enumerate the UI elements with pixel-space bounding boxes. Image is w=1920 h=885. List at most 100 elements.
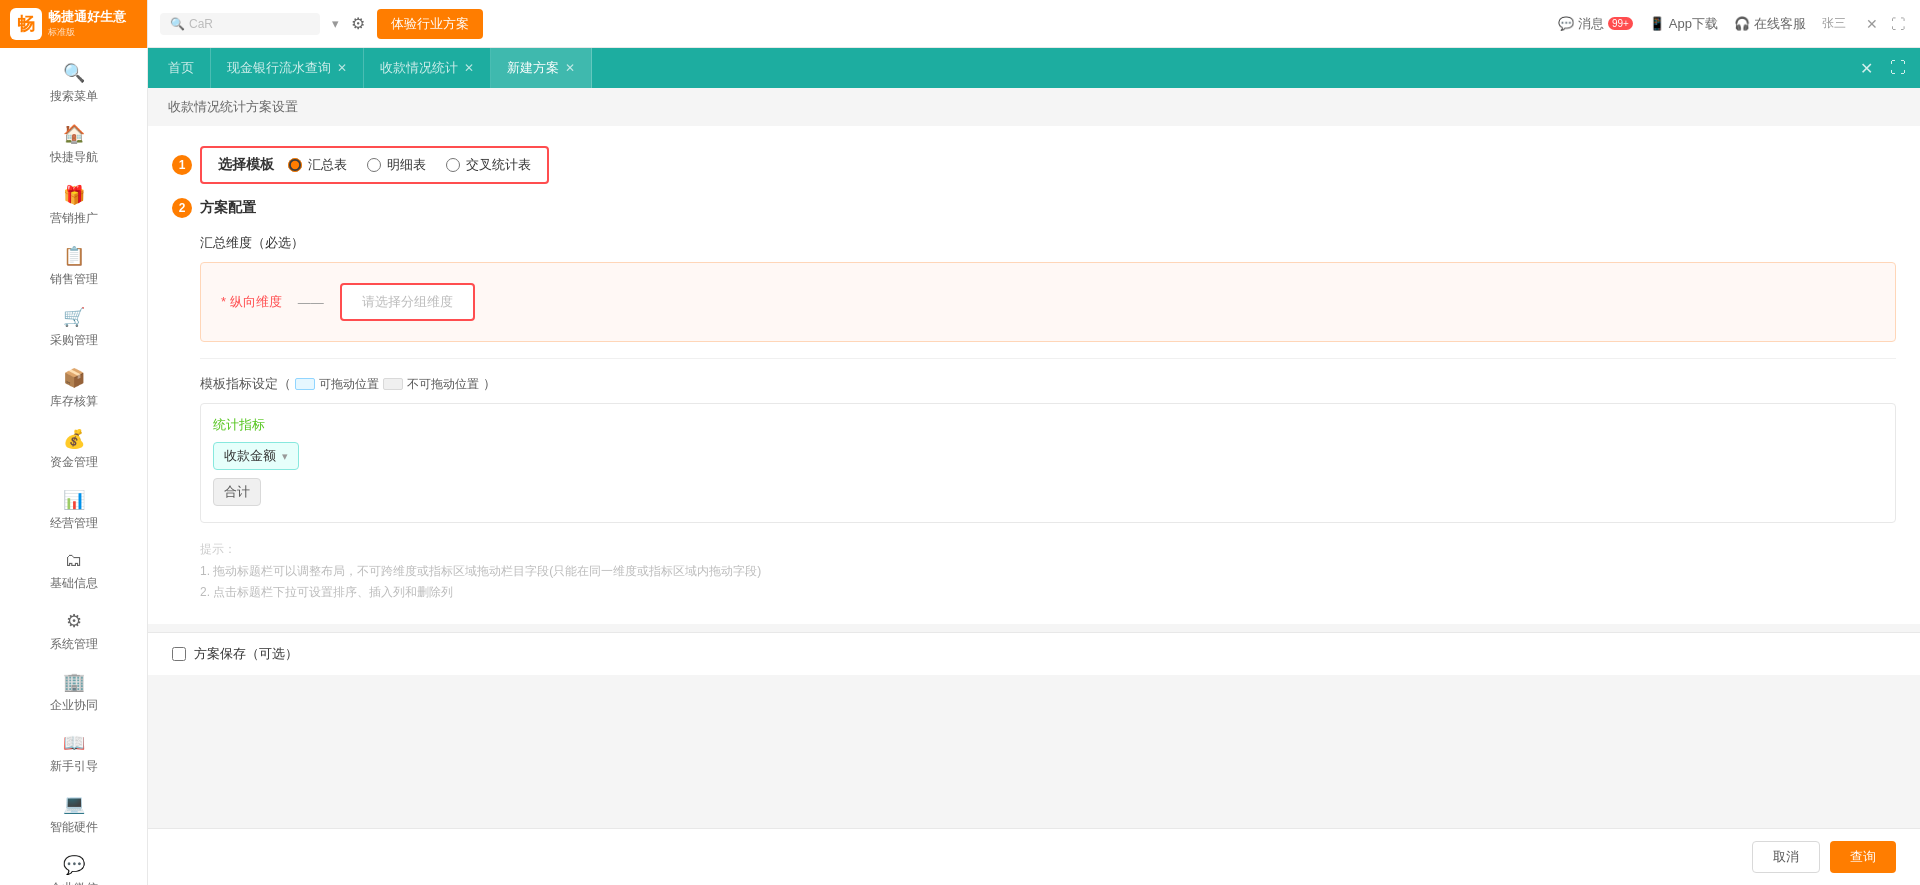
section1-title: 选择模板: [218, 156, 274, 174]
folder-icon: 🗂: [65, 550, 83, 571]
save-section: 方案保存（可选）: [148, 632, 1920, 675]
radio-detail[interactable]: 明细表: [367, 156, 426, 174]
sidebar-item-label: 经营管理: [50, 515, 98, 532]
sidebar-item-finance[interactable]: 💰 资金管理: [0, 418, 147, 479]
query-button[interactable]: 查询: [1830, 841, 1896, 873]
sidebar-item-inventory[interactable]: 📦 库存核算: [0, 357, 147, 418]
sidebar-item-hardware[interactable]: 💻 智能硬件: [0, 783, 147, 844]
tabbar: 首页 现金银行流水查询 ✕ 收款情况统计 ✕ 新建方案 ✕ ✕ ⛶: [148, 48, 1920, 88]
sidebar-item-marketing[interactable]: 🎁 营销推广: [0, 174, 147, 235]
sidebar-item-label: 系统管理: [50, 636, 98, 653]
sidebar-item-label: 采购管理: [50, 332, 98, 349]
radio-summary[interactable]: 汇总表: [288, 156, 347, 174]
sidebar-item-label: 基础信息: [50, 575, 98, 592]
content-area: 收款情况统计方案设置 1 选择模板 汇总表: [148, 88, 1920, 828]
close-all-tabs-icon[interactable]: ✕: [1852, 54, 1880, 82]
section2-num: 2: [172, 198, 192, 218]
tab-cashflow[interactable]: 现金银行流水查询 ✕: [211, 48, 364, 88]
sidebar-item-guide[interactable]: 📖 新手引导: [0, 722, 147, 783]
section2-title: 方案配置: [200, 199, 256, 217]
building-icon: 🏢: [63, 671, 85, 693]
sidebar-item-sales[interactable]: 📋 销售管理: [0, 235, 147, 296]
metric-chip-revenue[interactable]: 收款金额 ▾: [213, 442, 299, 470]
metrics-header: 模板指标设定（ 可拖动位置 不可拖动位置 ）: [200, 375, 1896, 393]
radio-detail-input[interactable]: [367, 158, 381, 172]
user-name: 张三: [1822, 15, 1846, 32]
laptop-icon: 💻: [63, 793, 85, 815]
gift-icon: 🎁: [63, 184, 85, 206]
tabbar-right: ✕ ⛶: [1852, 54, 1912, 82]
main-area: 🔍 CaR ▾ ⚙ 体验行业方案 💬 消息 99+ 📱 App下载 🎧 在线客服: [148, 0, 1920, 885]
metrics-hint-suffix: ）: [483, 375, 496, 393]
gear-icon: ⚙: [66, 610, 82, 632]
vertical-dimension-label: * 纵向维度: [221, 293, 282, 311]
online-service-item[interactable]: 🎧 在线客服: [1734, 15, 1806, 33]
sidebar-item-operations[interactable]: 📊 经营管理: [0, 479, 147, 540]
dimension-selector[interactable]: 请选择分组维度: [340, 283, 475, 321]
divider: [200, 358, 1896, 359]
sidebar-item-purchase[interactable]: 🛒 采购管理: [0, 296, 147, 357]
sidebar-item-system[interactable]: ⚙ 系统管理: [0, 600, 147, 661]
section2: 2 方案配置 汇总维度（必选） * 纵向维度 —— 请选择分组维度: [172, 198, 1896, 604]
save-checkbox[interactable]: [172, 647, 186, 661]
book-icon: 📖: [63, 732, 85, 754]
metrics-label: 模板指标设定（: [200, 375, 291, 393]
logo-icon: 畅: [10, 8, 42, 40]
home-icon: 🏠: [63, 123, 85, 145]
money-icon: 💰: [63, 428, 85, 450]
sidebar-item-label: 营销推广: [50, 210, 98, 227]
tab-home[interactable]: 首页: [156, 48, 211, 88]
cancel-button[interactable]: 取消: [1752, 841, 1820, 873]
app-download-item[interactable]: 📱 App下载: [1649, 15, 1718, 33]
sidebar-item-label: 智能硬件: [50, 819, 98, 836]
radio-detail-label: 明细表: [387, 156, 426, 174]
service-icon: 🎧: [1734, 16, 1750, 31]
sidebar-item-wechat[interactable]: 💬 企业微信: [0, 844, 147, 885]
search-icon: 🔍: [170, 17, 185, 31]
logo-text: 畅捷通好生意: [48, 9, 126, 26]
dropdown-arrow-icon[interactable]: ▾: [332, 16, 339, 31]
maximize-window-icon[interactable]: ⛶: [1888, 14, 1908, 34]
tab-receipt[interactable]: 收款情况统计 ✕: [364, 48, 491, 88]
tab-close-icon[interactable]: ✕: [337, 61, 347, 75]
tips-line1: 1. 拖动标题栏可以调整布局，不可跨维度或指标区域拖动栏目字段(只能在同一维度或…: [200, 561, 1896, 583]
section1-header: 1 选择模板 汇总表 明细表: [172, 146, 1896, 184]
message-item[interactable]: 💬 消息 99+: [1558, 15, 1633, 33]
sidebar-nav: 🔍 搜索菜单 🏠 快捷导航 🎁 营销推广 📋 销售管理 🛒 采购管理 📦: [0, 48, 147, 885]
settings-icon[interactable]: ⚙: [351, 14, 365, 33]
message-icon: 💬: [1558, 16, 1574, 31]
section2-header: 2 方案配置: [172, 198, 1896, 218]
sidebar-item-search[interactable]: 🔍 搜索菜单: [0, 52, 147, 113]
sidebar-item-basic[interactable]: 🗂 基础信息: [0, 540, 147, 600]
sidebar-item-label: 库存核算: [50, 393, 98, 410]
radio-cross[interactable]: 交叉统计表: [446, 156, 531, 174]
draggable-indicator: [295, 378, 315, 390]
dimension-row: * 纵向维度 —— 请选择分组维度: [221, 283, 1875, 321]
close-window-icon[interactable]: ✕: [1862, 14, 1882, 34]
tab-new-plan[interactable]: 新建方案 ✕: [491, 48, 592, 88]
tab-close-icon[interactable]: ✕: [464, 61, 474, 75]
expand-tabs-icon[interactable]: ⛶: [1884, 54, 1912, 82]
section2-body: 汇总维度（必选） * 纵向维度 —— 请选择分组维度: [172, 234, 1896, 604]
sales-icon: 📋: [63, 245, 85, 267]
main-card: 1 选择模板 汇总表 明细表: [148, 126, 1920, 624]
topbar-search[interactable]: 🔍 CaR: [160, 13, 320, 35]
dimension-label: 汇总维度（必选）: [200, 234, 1896, 252]
sidebar-item-label: 资金管理: [50, 454, 98, 471]
topbar: 🔍 CaR ▾ ⚙ 体验行业方案 💬 消息 99+ 📱 App下载 🎧 在线客服: [148, 0, 1920, 48]
tab-close-icon[interactable]: ✕: [565, 61, 575, 75]
sidebar-item-label: 企业微信: [50, 880, 98, 885]
sidebar-item-quick[interactable]: 🏠 快捷导航: [0, 113, 147, 174]
tips: 提示： 1. 拖动标题栏可以调整布局，不可跨维度或指标区域拖动栏目字段(只能在同…: [200, 539, 1896, 604]
industry-solution-button[interactable]: 体验行业方案: [377, 9, 483, 39]
tips-title: 提示：: [200, 542, 236, 556]
radio-summary-input[interactable]: [288, 158, 302, 172]
search-icon: 🔍: [63, 62, 85, 84]
message-badge: 99+: [1608, 17, 1633, 30]
sidebar-item-enterprise[interactable]: 🏢 企业协同: [0, 661, 147, 722]
hint-draggable: 可拖动位置: [295, 376, 379, 393]
metrics-container: 统计指标 收款金额 ▾ 合计: [200, 403, 1896, 523]
page-title: 收款情况统计方案设置: [148, 88, 1920, 126]
cart-icon: 🛒: [63, 306, 85, 328]
radio-cross-input[interactable]: [446, 158, 460, 172]
